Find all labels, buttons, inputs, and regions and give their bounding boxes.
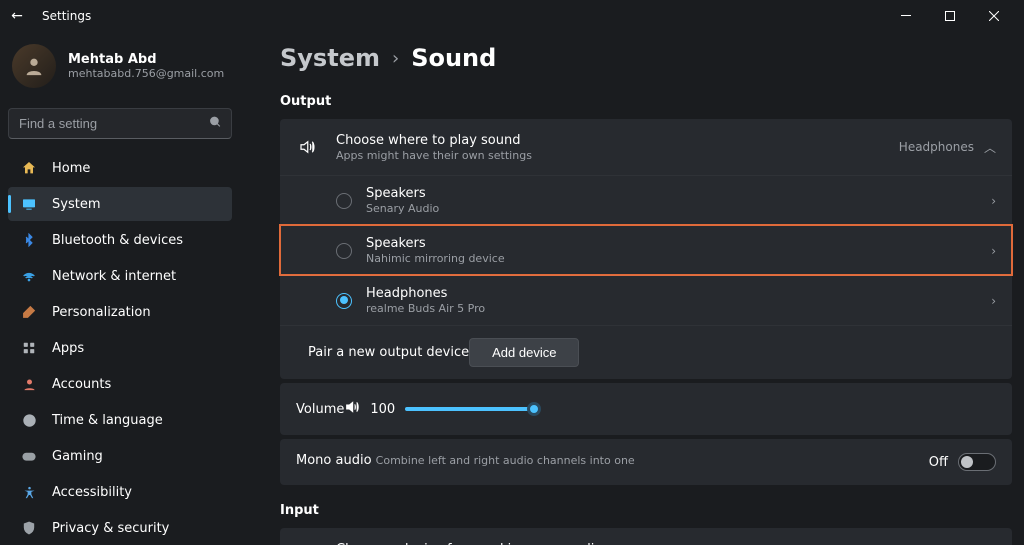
volume-value: 100 xyxy=(370,402,395,417)
sidebar-item-apps[interactable]: Apps xyxy=(8,331,232,365)
profile[interactable]: Mehtab Abd mehtababd.756@gmail.com xyxy=(8,40,232,100)
breadcrumb-parent[interactable]: System xyxy=(280,44,380,72)
sidebar-item-bluetooth[interactable]: Bluetooth & devices xyxy=(8,223,232,257)
radio-button[interactable] xyxy=(336,293,352,309)
sidebar-item-label: Network & internet xyxy=(52,269,176,284)
slider-thumb[interactable] xyxy=(527,402,541,416)
volume-slider[interactable] xyxy=(405,407,535,411)
output-header-subtitle: Apps might have their own settings xyxy=(336,149,532,162)
home-icon xyxy=(20,159,38,177)
close-button[interactable] xyxy=(972,0,1016,32)
sidebar-item-personalization[interactable]: Personalization xyxy=(8,295,232,329)
page-title: Sound xyxy=(411,44,496,72)
profile-name: Mehtab Abd xyxy=(68,52,224,67)
device-subtitle: Nahimic mirroring device xyxy=(366,252,505,265)
chevron-up-icon: ︿ xyxy=(984,139,996,156)
output-device-row[interactable]: Headphonesrealme Buds Air 5 Pro › xyxy=(280,275,1012,325)
sidebar-item-system[interactable]: System xyxy=(8,187,232,221)
sidebar-item-home[interactable]: Home xyxy=(8,151,232,185)
sidebar-item-label: Time & language xyxy=(52,413,163,428)
bluetooth-icon xyxy=(20,231,38,249)
titlebar: ← Settings xyxy=(0,0,1024,32)
sidebar-item-label: Accessibility xyxy=(52,485,132,500)
sidebar-item-label: Apps xyxy=(52,341,84,356)
sidebar-item-label: Accounts xyxy=(52,377,111,392)
volume-icon[interactable] xyxy=(344,399,360,419)
window-title: Settings xyxy=(42,9,91,23)
volume-label: Volume xyxy=(296,402,344,417)
mono-state: Off xyxy=(929,455,948,470)
sidebar-item-privacy[interactable]: Privacy & security xyxy=(8,511,232,545)
input-section-label: Input xyxy=(280,503,1012,518)
chevron-right-icon: › xyxy=(392,48,399,69)
sidebar-item-gaming[interactable]: Gaming xyxy=(8,439,232,473)
device-subtitle: realme Buds Air 5 Pro xyxy=(366,302,485,315)
chevron-right-icon: › xyxy=(991,244,996,258)
device-name: Speakers xyxy=(366,236,505,251)
search-icon xyxy=(209,115,222,132)
output-selected-value: Headphones xyxy=(899,140,974,154)
input-header-row[interactable]: Choose a device for speaking or recordin… xyxy=(280,528,1012,545)
back-button[interactable]: ← xyxy=(8,8,26,24)
volume-panel: Volume 100 xyxy=(280,383,1012,435)
nav: Home System Bluetooth & devices Network & i… xyxy=(8,151,232,545)
sidebar-item-label: Gaming xyxy=(52,449,103,464)
sidebar-item-label: Personalization xyxy=(52,305,151,320)
accessibility-icon xyxy=(20,483,38,501)
output-header-row[interactable]: Choose where to play sound Apps might ha… xyxy=(280,119,1012,175)
breadcrumb: System › Sound xyxy=(280,44,1012,72)
search-input[interactable] xyxy=(8,108,232,139)
main-content: System › Sound Output Choose where to pl… xyxy=(240,32,1024,545)
device-subtitle: Senary Audio xyxy=(366,202,439,215)
avatar xyxy=(12,44,56,88)
sidebar-item-time[interactable]: Time & language xyxy=(8,403,232,437)
sidebar-item-accounts[interactable]: Accounts xyxy=(8,367,232,401)
profile-email: mehtababd.756@gmail.com xyxy=(68,67,224,80)
sidebar-item-network[interactable]: Network & internet xyxy=(8,259,232,293)
mono-row[interactable]: Mono audio Combine left and right audio … xyxy=(280,439,1012,485)
mono-subtitle: Combine left and right audio channels in… xyxy=(376,454,635,467)
personalization-icon xyxy=(20,303,38,321)
device-name: Headphones xyxy=(366,286,485,301)
mono-panel: Mono audio Combine left and right audio … xyxy=(280,439,1012,485)
output-panel: Choose where to play sound Apps might ha… xyxy=(280,119,1012,379)
time-icon xyxy=(20,411,38,429)
accounts-icon xyxy=(20,375,38,393)
add-device-button[interactable]: Add device xyxy=(469,338,579,367)
pair-output-row: Pair a new output device Add device xyxy=(280,325,1012,379)
pair-output-label: Pair a new output device xyxy=(308,345,469,360)
radio-button[interactable] xyxy=(336,193,352,209)
input-header-title: Choose a device for speaking or recordin… xyxy=(336,542,611,545)
radio-button[interactable] xyxy=(336,243,352,259)
mono-title: Mono audio xyxy=(296,453,372,468)
speaker-icon xyxy=(296,138,318,156)
chevron-right-icon: › xyxy=(991,294,996,308)
privacy-icon xyxy=(20,519,38,537)
device-name: Speakers xyxy=(366,186,439,201)
minimize-button[interactable] xyxy=(884,0,928,32)
close-icon xyxy=(989,11,999,21)
output-section-label: Output xyxy=(280,94,1012,109)
minimize-icon xyxy=(901,11,911,21)
sidebar-item-accessibility[interactable]: Accessibility xyxy=(8,475,232,509)
gaming-icon xyxy=(20,447,38,465)
output-device-row[interactable]: SpeakersNahimic mirroring device › xyxy=(280,225,1012,275)
output-header-title: Choose where to play sound xyxy=(336,133,532,148)
chevron-right-icon: › xyxy=(991,194,996,208)
sidebar-item-label: Home xyxy=(52,161,90,176)
sidebar-item-label: System xyxy=(52,197,100,212)
apps-icon xyxy=(20,339,38,357)
volume-row: Volume 100 xyxy=(280,383,1012,435)
sidebar: Mehtab Abd mehtababd.756@gmail.com Home S… xyxy=(0,32,240,545)
mono-toggle[interactable] xyxy=(958,453,996,471)
input-panel: Choose a device for speaking or recordin… xyxy=(280,528,1012,545)
network-icon xyxy=(20,267,38,285)
output-device-row[interactable]: SpeakersSenary Audio › xyxy=(280,175,1012,225)
sidebar-item-label: Bluetooth & devices xyxy=(52,233,183,248)
sidebar-item-label: Privacy & security xyxy=(52,521,169,536)
system-icon xyxy=(20,195,38,213)
maximize-button[interactable] xyxy=(928,0,972,32)
person-icon xyxy=(23,55,45,77)
maximize-icon xyxy=(945,11,955,21)
